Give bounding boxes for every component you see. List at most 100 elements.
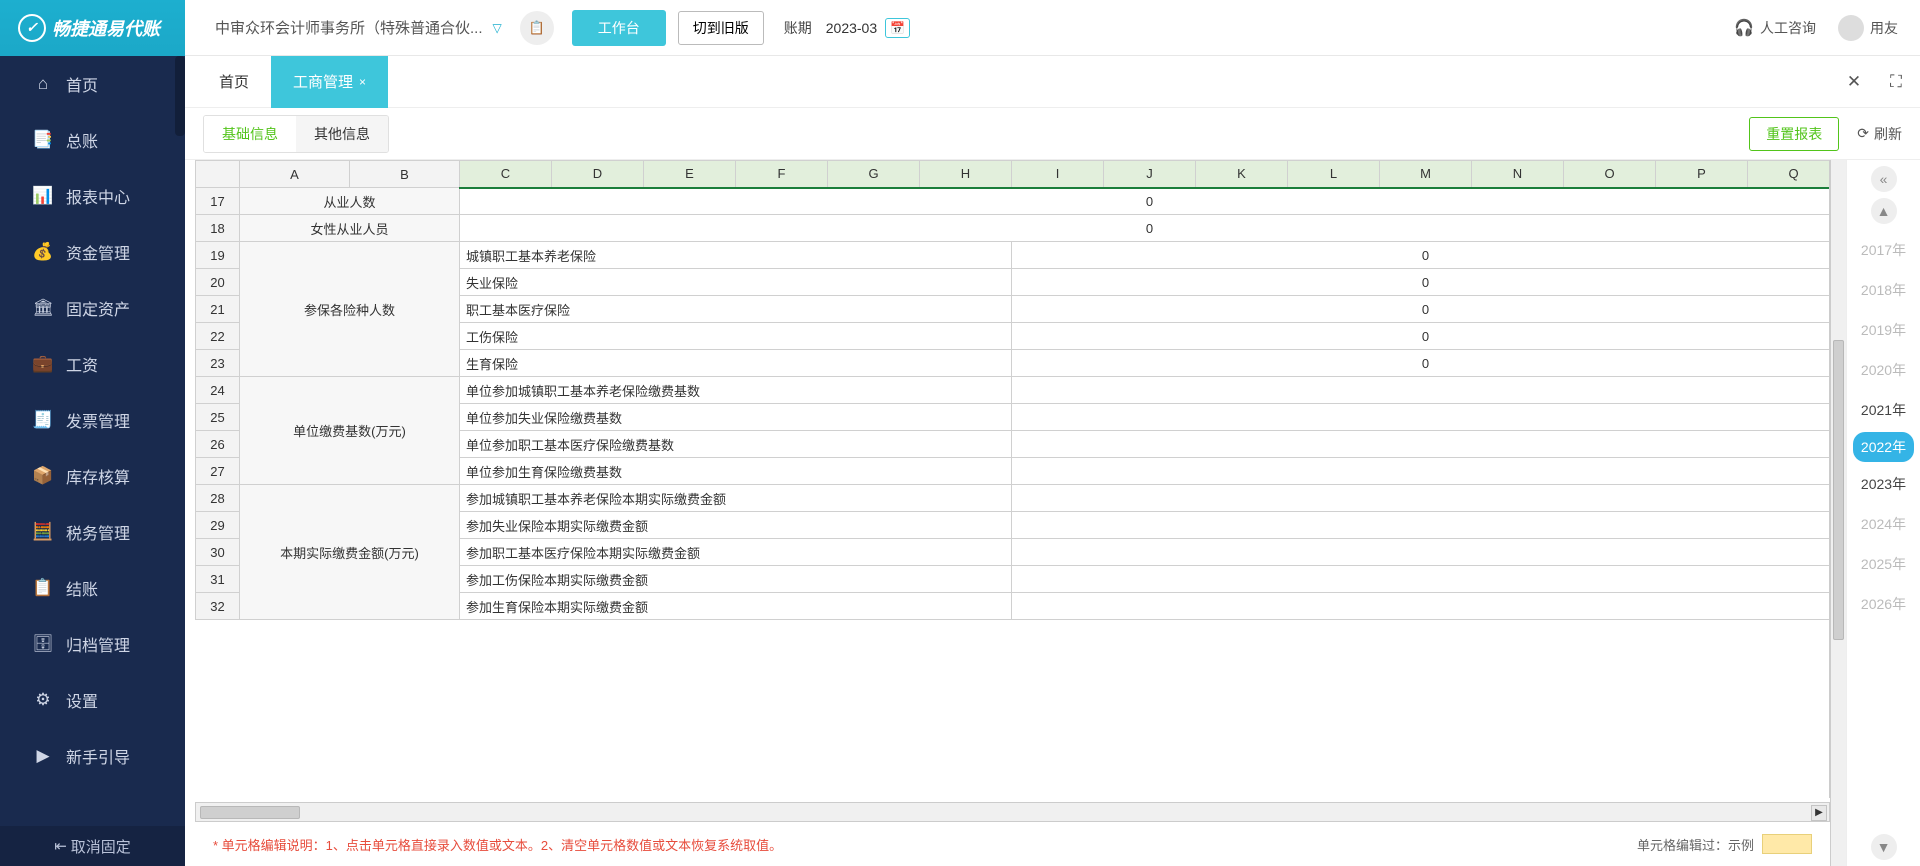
- row-header[interactable]: 29: [196, 512, 240, 539]
- row-header[interactable]: 26: [196, 431, 240, 458]
- page-tab[interactable]: 工商管理×: [271, 56, 388, 108]
- col-header[interactable]: P: [1656, 161, 1748, 188]
- value-cell[interactable]: [1012, 458, 1831, 485]
- col-header[interactable]: L: [1288, 161, 1380, 188]
- value-cell[interactable]: 0: [1012, 296, 1831, 323]
- value-cell[interactable]: 0: [1012, 323, 1831, 350]
- col-header[interactable]: A: [240, 161, 350, 188]
- section-cell[interactable]: 单位缴费基数(万元): [240, 377, 460, 485]
- value-cell[interactable]: 0: [1012, 242, 1831, 269]
- year-item[interactable]: 2026年: [1847, 584, 1920, 624]
- col-header[interactable]: I: [1012, 161, 1104, 188]
- value-cell[interactable]: 0: [1012, 350, 1831, 377]
- year-item[interactable]: 2021年: [1847, 390, 1920, 430]
- scroll-right-arrow[interactable]: ▶: [1811, 805, 1827, 821]
- desc-cell[interactable]: 参加职工基本医疗保险本期实际缴费金额: [460, 539, 1012, 566]
- row-header[interactable]: 30: [196, 539, 240, 566]
- desc-cell[interactable]: 城镇职工基本养老保险: [460, 242, 1012, 269]
- sub-tab[interactable]: 基础信息: [204, 116, 296, 152]
- clipboard-icon-button[interactable]: 📋: [520, 11, 554, 45]
- col-header[interactable]: F: [736, 161, 828, 188]
- sidebar-item[interactable]: ⚙设置: [0, 672, 185, 728]
- col-header[interactable]: E: [644, 161, 736, 188]
- col-header[interactable]: N: [1472, 161, 1564, 188]
- reset-report-button[interactable]: 重置报表: [1749, 117, 1839, 151]
- year-item[interactable]: 2020年: [1847, 350, 1920, 390]
- switch-old-version-button[interactable]: 切到旧版: [678, 11, 764, 45]
- row-header[interactable]: 23: [196, 350, 240, 377]
- unpin-sidebar-button[interactable]: ⇤ 取消固定: [0, 826, 185, 866]
- close-icon[interactable]: ×: [359, 75, 366, 89]
- sidebar-item[interactable]: 💼工资: [0, 336, 185, 392]
- row-header[interactable]: 27: [196, 458, 240, 485]
- sidebar-item[interactable]: 🧮税务管理: [0, 504, 185, 560]
- col-header[interactable]: C: [460, 161, 552, 188]
- value-cell[interactable]: [1012, 431, 1831, 458]
- desc-cell[interactable]: 职工基本医疗保险: [460, 296, 1012, 323]
- col-header[interactable]: H: [920, 161, 1012, 188]
- year-item[interactable]: 2022年: [1853, 432, 1914, 462]
- value-cell[interactable]: [1012, 566, 1831, 593]
- desc-cell[interactable]: 失业保险: [460, 269, 1012, 296]
- corner-cell[interactable]: [196, 161, 240, 188]
- refresh-button[interactable]: ⟳ 刷新: [1857, 124, 1902, 144]
- scrollbar-thumb[interactable]: [200, 806, 300, 819]
- year-scroll-up-button[interactable]: ▲: [1871, 198, 1897, 224]
- row-header[interactable]: 31: [196, 566, 240, 593]
- year-item[interactable]: 2024年: [1847, 504, 1920, 544]
- year-collapse-button[interactable]: «: [1871, 166, 1897, 192]
- value-cell[interactable]: [1012, 377, 1831, 404]
- value-cell[interactable]: [1012, 404, 1831, 431]
- sidebar-item[interactable]: 🧾发票管理: [0, 392, 185, 448]
- row-header[interactable]: 25: [196, 404, 240, 431]
- value-cell[interactable]: 0: [460, 188, 1831, 215]
- year-item[interactable]: 2018年: [1847, 270, 1920, 310]
- support-link[interactable]: 🎧 人工咨询: [1734, 18, 1816, 38]
- value-cell[interactable]: [1012, 485, 1831, 512]
- value-cell[interactable]: 0: [1012, 269, 1831, 296]
- year-item[interactable]: 2017年: [1847, 230, 1920, 270]
- workspace-button[interactable]: 工作台: [572, 10, 666, 46]
- sidebar-item[interactable]: ⌂首页: [0, 56, 185, 112]
- row-header[interactable]: 18: [196, 215, 240, 242]
- sidebar-item[interactable]: 📦库存核算: [0, 448, 185, 504]
- desc-cell[interactable]: 工伤保险: [460, 323, 1012, 350]
- desc-cell[interactable]: 生育保险: [460, 350, 1012, 377]
- company-selector[interactable]: 中审众环会计师事务所（特殊普通合伙... ▽: [215, 17, 502, 38]
- col-header[interactable]: D: [552, 161, 644, 188]
- value-cell[interactable]: [1012, 539, 1831, 566]
- col-header[interactable]: B: [350, 161, 460, 188]
- calendar-icon[interactable]: 📅: [885, 18, 910, 38]
- sidebar-item[interactable]: 📑总账: [0, 112, 185, 168]
- col-header[interactable]: M: [1380, 161, 1472, 188]
- sidebar-item[interactable]: 🗄归档管理: [0, 616, 185, 672]
- row-header[interactable]: 21: [196, 296, 240, 323]
- sidebar-item[interactable]: 🏛固定资产: [0, 280, 185, 336]
- sub-tab[interactable]: 其他信息: [296, 116, 388, 152]
- year-item[interactable]: 2025年: [1847, 544, 1920, 584]
- col-header[interactable]: J: [1104, 161, 1196, 188]
- sidebar-item[interactable]: 📊报表中心: [0, 168, 185, 224]
- col-header[interactable]: K: [1196, 161, 1288, 188]
- year-item[interactable]: 2019年: [1847, 310, 1920, 350]
- section-cell[interactable]: 女性从业人员: [240, 215, 460, 242]
- desc-cell[interactable]: 参加失业保险本期实际缴费金额: [460, 512, 1012, 539]
- sidebar-item[interactable]: 💰资金管理: [0, 224, 185, 280]
- page-tab[interactable]: 首页: [197, 56, 271, 108]
- section-cell[interactable]: 从业人数: [240, 188, 460, 215]
- value-cell[interactable]: [1012, 512, 1831, 539]
- desc-cell[interactable]: 单位参加生育保险缴费基数: [460, 458, 1012, 485]
- row-header[interactable]: 19: [196, 242, 240, 269]
- user-menu[interactable]: 用友: [1838, 15, 1898, 41]
- desc-cell[interactable]: 单位参加失业保险缴费基数: [460, 404, 1012, 431]
- desc-cell[interactable]: 参加城镇职工基本养老保险本期实际缴费金额: [460, 485, 1012, 512]
- row-header[interactable]: 28: [196, 485, 240, 512]
- section-cell[interactable]: 参保各险种人数: [240, 242, 460, 377]
- vertical-scrollbar-thumb[interactable]: [1833, 340, 1844, 640]
- section-cell[interactable]: 本期实际缴费金额(万元): [240, 485, 460, 620]
- year-scroll-down-button[interactable]: ▼: [1871, 834, 1897, 860]
- desc-cell[interactable]: 单位参加职工基本医疗保险缴费基数: [460, 431, 1012, 458]
- close-tab-button[interactable]: ✕: [1840, 68, 1868, 96]
- value-cell[interactable]: 0: [460, 215, 1831, 242]
- row-header[interactable]: 20: [196, 269, 240, 296]
